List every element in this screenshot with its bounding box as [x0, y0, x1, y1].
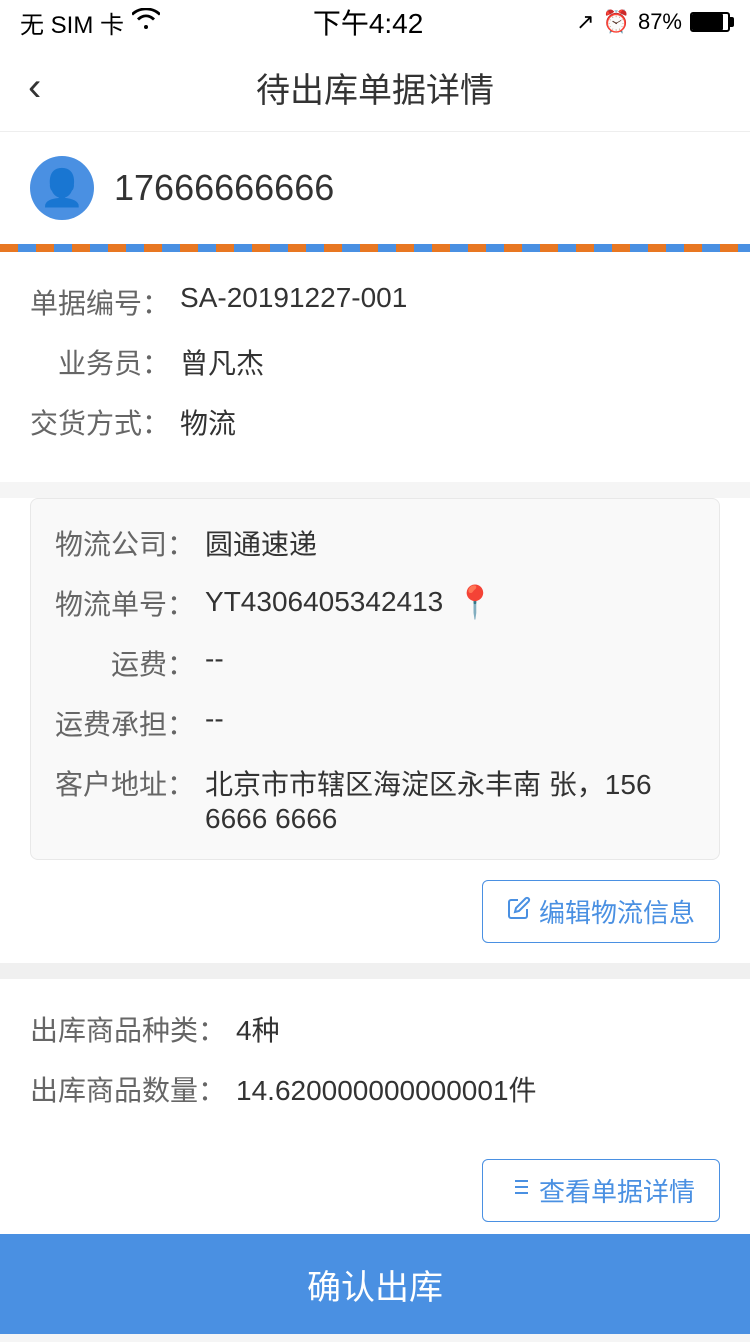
view-detail-button[interactable]: 查看单据详情	[482, 1159, 720, 1222]
confirm-button[interactable]: 确认出库	[0, 1234, 750, 1334]
address-label: 客户地址：	[55, 763, 195, 803]
logistics-company-value: 圆通速递	[205, 523, 695, 563]
map-pin-icon[interactable]: 📍	[455, 583, 495, 621]
product-types-label: 出库商品种类：	[30, 1009, 226, 1049]
agent-label: 业务员：	[30, 342, 170, 382]
freight-label: 运费：	[55, 643, 195, 683]
logistics-company-label: 物流公司：	[55, 523, 195, 563]
customer-section: 👤 17666666666	[0, 132, 750, 244]
avatar-icon: 👤	[40, 167, 85, 209]
order-number-label: 单据编号：	[30, 282, 170, 322]
time-display: 下午4:42	[313, 2, 424, 42]
freight-bearer-row: 运费承担： --	[55, 703, 695, 743]
status-left: 无 SIM 卡	[20, 5, 160, 40]
tracking-label: 物流单号：	[55, 583, 195, 623]
location-status-icon: ↗	[576, 9, 594, 35]
logistics-card: 物流公司： 圆通速递 物流单号： YT43064053424​13 📍 运费： …	[30, 498, 720, 860]
freight-row: 运费： --	[55, 643, 695, 683]
product-quantity-label: 出库商品数量：	[30, 1069, 226, 1109]
section-divider	[0, 963, 750, 979]
edit-logistics-row: 编辑物流信息	[0, 880, 750, 963]
dashed-divider	[0, 244, 750, 252]
agent-value: 曾凡杰	[180, 342, 720, 382]
logistics-company-row: 物流公司： 圆通速递	[55, 523, 695, 563]
agent-row: 业务员： 曾凡杰	[30, 342, 720, 382]
confirm-label: 确认出库	[307, 1260, 443, 1309]
wifi-icon	[132, 8, 160, 37]
view-detail-row: 查看单据详情	[0, 1149, 750, 1242]
alarm-icon: ⏰	[603, 9, 630, 35]
delivery-label: 交货方式：	[30, 402, 170, 442]
product-types-row: 出库商品种类： 4种	[30, 1009, 720, 1049]
order-number-value: SA-20191227-001	[180, 282, 720, 314]
edit-icon	[507, 896, 531, 927]
delivery-value: 物流	[180, 402, 720, 442]
tracking-number: YT43064053424​13	[205, 586, 443, 618]
nav-bar: ‹ 待出库单据详情	[0, 44, 750, 132]
address-value: 北京市市辖区海淀区永丰南 张，156 6666 6666	[205, 763, 695, 835]
avatar: 👤	[30, 156, 94, 220]
tracking-value: YT43064053424​13 📍	[205, 583, 695, 621]
view-detail-label: 查看单据详情	[539, 1172, 695, 1209]
product-types-value: 4种	[236, 1009, 280, 1049]
order-number-row: 单据编号： SA-20191227-001	[30, 282, 720, 322]
logistics-wrapper: 物流公司： 圆通速递 物流单号： YT43064053424​13 📍 运费： …	[0, 498, 750, 963]
freight-value: --	[205, 643, 695, 675]
freight-bearer-label: 运费承担：	[55, 703, 195, 743]
freight-bearer-value: --	[205, 703, 695, 735]
battery-text: 87%	[638, 9, 682, 35]
products-section: 出库商品种类： 4种 出库商品数量： 14.620000000000001件	[0, 979, 750, 1149]
edit-logistics-label: 编辑物流信息	[539, 893, 695, 930]
status-bar: 无 SIM 卡 下午4:42 ↗ ⏰ 87%	[0, 0, 750, 44]
battery-icon	[690, 12, 730, 32]
product-quantity-row: 出库商品数量： 14.620000000000001件	[30, 1069, 720, 1109]
tracking-row: 物流单号： YT43064053424​13 📍	[55, 583, 695, 623]
page-title: 待出库单据详情	[256, 63, 494, 112]
detail-icon	[507, 1175, 531, 1206]
order-info-section: 单据编号： SA-20191227-001 业务员： 曾凡杰 交货方式： 物流	[0, 252, 750, 482]
back-button[interactable]: ‹	[28, 65, 41, 110]
delivery-row: 交货方式： 物流	[30, 402, 720, 442]
carrier-text: 无 SIM 卡	[20, 5, 124, 40]
product-quantity-value: 14.620000000000001件	[236, 1069, 537, 1109]
address-row: 客户地址： 北京市市辖区海淀区永丰南 张，156 6666 6666	[55, 763, 695, 835]
customer-phone: 17666666666	[114, 167, 334, 209]
edit-logistics-button[interactable]: 编辑物流信息	[482, 880, 720, 943]
status-right: ↗ ⏰ 87%	[576, 9, 730, 35]
